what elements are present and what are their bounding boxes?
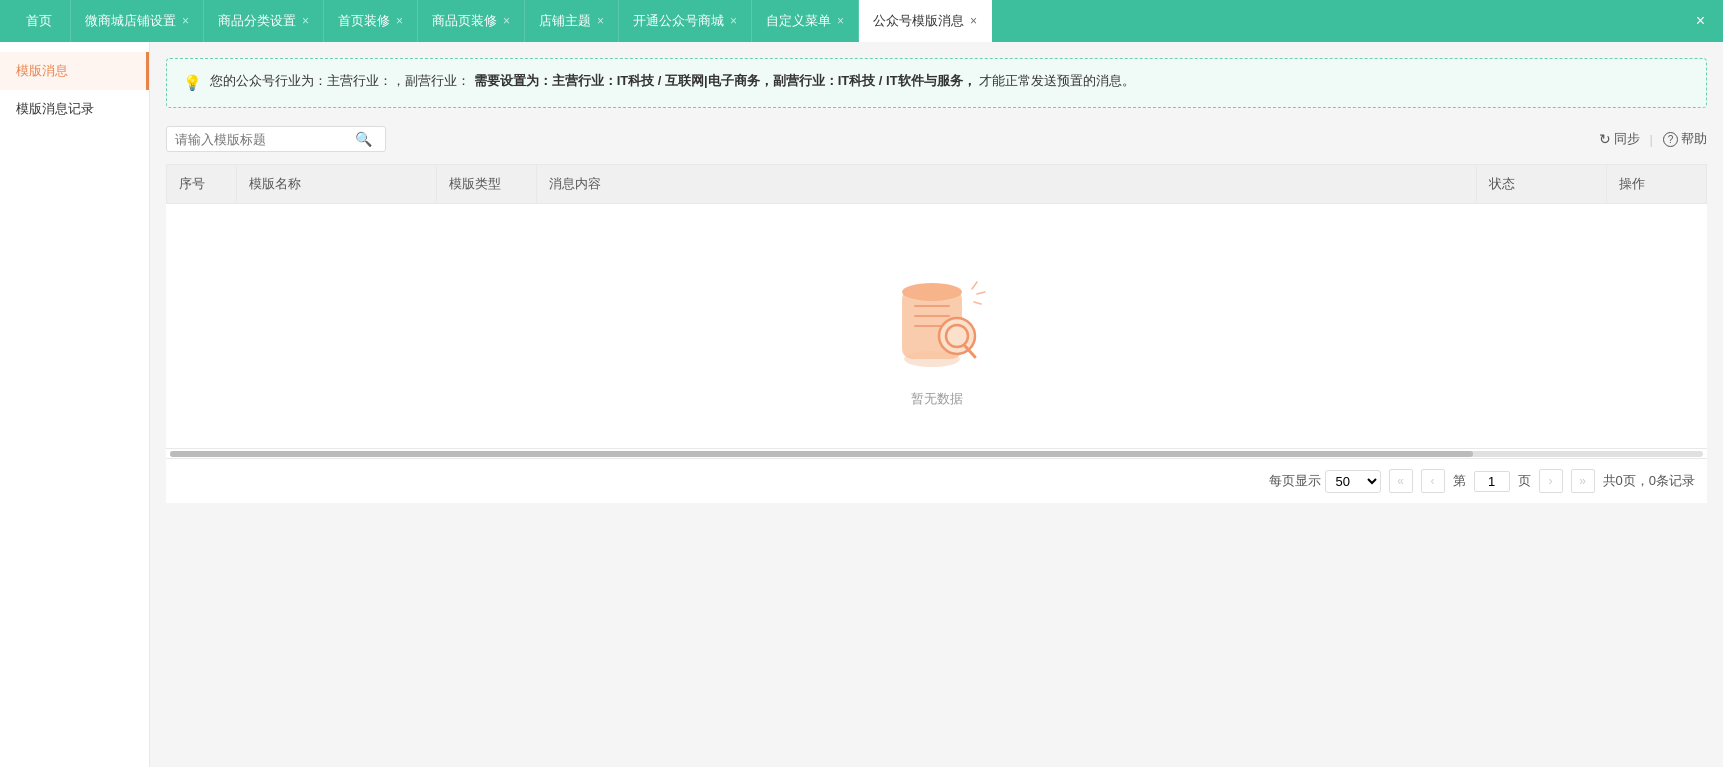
- nav-tab-home-decor-close[interactable]: ×: [396, 14, 403, 28]
- nav-tab-category-label: 商品分类设置: [218, 12, 296, 30]
- col-name: 模版名称: [237, 165, 437, 204]
- nav-tab-home[interactable]: 首页: [8, 0, 71, 42]
- svg-line-10: [977, 292, 985, 294]
- total-info: 共0页，0条记录: [1603, 472, 1695, 490]
- nav-tab-open-mall-label: 开通公众号商城: [633, 12, 724, 30]
- svg-line-9: [972, 282, 977, 289]
- col-action: 操作: [1607, 165, 1707, 204]
- pagination: 每页显示 10 20 50 100 « ‹ 第 页 › » 共0页，0条记录: [166, 458, 1707, 503]
- empty-state: 暂无数据: [166, 204, 1707, 448]
- nav-tab-template-msg-label: 公众号模版消息: [873, 12, 964, 30]
- nav-tab-category[interactable]: 商品分类设置 ×: [204, 0, 324, 42]
- nav-tab-product-decor[interactable]: 商品页装修 ×: [418, 0, 525, 42]
- action-buttons: ↻ 同步 | ? 帮助: [1599, 130, 1707, 148]
- nav-tab-open-mall[interactable]: 开通公众号商城 ×: [619, 0, 752, 42]
- sidebar: 模版消息 模版消息记录: [0, 42, 150, 767]
- action-divider: |: [1650, 132, 1653, 147]
- page-label: 页: [1518, 472, 1531, 490]
- nav-tab-custom-menu-label: 自定义菜单: [766, 12, 831, 30]
- col-content: 消息内容: [537, 165, 1477, 204]
- nav-tab-theme-close[interactable]: ×: [597, 14, 604, 28]
- per-page-label: 每页显示: [1269, 472, 1321, 490]
- nav-tab-template-msg[interactable]: 公众号模版消息 ×: [859, 0, 992, 42]
- sync-label: 同步: [1614, 130, 1640, 148]
- sidebar-item-template-msg-label: 模版消息: [16, 63, 68, 78]
- search-input-wrap: 🔍: [166, 126, 386, 152]
- nav-tab-product-decor-close[interactable]: ×: [503, 14, 510, 28]
- prev-page-button[interactable]: ‹: [1421, 469, 1445, 493]
- col-type: 模版类型: [437, 165, 537, 204]
- svg-point-2: [902, 283, 962, 301]
- nav-tab-home-decor[interactable]: 首页装修 ×: [324, 0, 418, 42]
- help-label: 帮助: [1681, 130, 1707, 148]
- sync-icon: ↻: [1599, 131, 1611, 147]
- nav-tab-theme[interactable]: 店铺主题 ×: [525, 0, 619, 42]
- nav-tab-template-msg-close[interactable]: ×: [970, 14, 977, 28]
- sync-button[interactable]: ↻ 同步: [1599, 130, 1640, 148]
- search-icon[interactable]: 🔍: [355, 131, 372, 147]
- nav-tab-product-decor-label: 商品页装修: [432, 12, 497, 30]
- per-page: 每页显示 10 20 50 100: [1269, 470, 1381, 493]
- sidebar-item-template-msg-log[interactable]: 模版消息记录: [0, 90, 149, 128]
- data-table: 序号 模版名称 模版类型 消息内容 状态 操作: [166, 164, 1707, 204]
- next-page-button[interactable]: ›: [1539, 469, 1563, 493]
- top-nav-bar: 首页 微商城店铺设置 × 商品分类设置 × 首页装修 × 商品页装修 × 店铺主…: [0, 0, 1723, 42]
- close-all-tabs-button[interactable]: ×: [1686, 12, 1715, 30]
- notice-suffix: 才能正常发送预置的消息。: [979, 73, 1135, 88]
- nav-tab-custom-menu[interactable]: 自定义菜单 ×: [752, 0, 859, 42]
- content-area: 💡 您的公众号行业为：主营行业：，副营行业： 需要设置为：主营行业：IT科技 /…: [150, 42, 1723, 767]
- page-size-select[interactable]: 10 20 50 100: [1325, 470, 1381, 493]
- nav-tab-home-decor-label: 首页装修: [338, 12, 390, 30]
- nav-tab-store-settings-close[interactable]: ×: [182, 14, 189, 28]
- nav-tab-store-settings-label: 微商城店铺设置: [85, 12, 176, 30]
- empty-icon: [877, 264, 997, 374]
- notice-highlight: 需要设置为：主营行业：IT科技 / 互联网|电子商务，副营行业：IT科技 / I…: [474, 73, 976, 88]
- search-input[interactable]: [175, 132, 355, 147]
- empty-text: 暂无数据: [911, 390, 963, 408]
- col-status: 状态: [1477, 165, 1607, 204]
- notice-box: 💡 您的公众号行业为：主营行业：，副营行业： 需要设置为：主营行业：IT科技 /…: [166, 58, 1707, 108]
- scroll-track: [170, 451, 1703, 457]
- page-di-label: 第: [1453, 472, 1466, 490]
- table-scrollbar[interactable]: [166, 448, 1707, 458]
- page-input[interactable]: [1474, 471, 1510, 492]
- nav-tab-open-mall-close[interactable]: ×: [730, 14, 737, 28]
- help-button[interactable]: ? 帮助: [1663, 130, 1707, 148]
- sidebar-item-template-msg[interactable]: 模版消息: [0, 52, 149, 90]
- bulb-icon: 💡: [183, 71, 202, 95]
- table-header-row: 序号 模版名称 模版类型 消息内容 状态 操作: [167, 165, 1707, 204]
- nav-tab-custom-menu-close[interactable]: ×: [837, 14, 844, 28]
- nav-tab-store-settings[interactable]: 微商城店铺设置 ×: [71, 0, 204, 42]
- notice-text: 您的公众号行业为：主营行业：，副营行业： 需要设置为：主营行业：IT科技 / 互…: [210, 71, 1135, 92]
- help-icon: ?: [1663, 132, 1678, 147]
- search-bar: 🔍 ↻ 同步 | ? 帮助: [166, 126, 1707, 152]
- notice-prefix: 您的公众号行业为：主营行业：，副营行业：: [210, 73, 470, 88]
- svg-point-6: [939, 318, 975, 354]
- col-seq: 序号: [167, 165, 237, 204]
- scroll-thumb[interactable]: [170, 451, 1473, 457]
- nav-tab-category-close[interactable]: ×: [302, 14, 309, 28]
- nav-tab-theme-label: 店铺主题: [539, 12, 591, 30]
- svg-line-11: [974, 302, 981, 304]
- main-layout: 模版消息 模版消息记录 💡 您的公众号行业为：主营行业：，副营行业： 需要设置为…: [0, 42, 1723, 767]
- nav-tab-home-label: 首页: [26, 12, 52, 30]
- last-page-button[interactable]: »: [1571, 469, 1595, 493]
- sidebar-item-template-msg-log-label: 模版消息记录: [16, 101, 94, 116]
- first-page-button[interactable]: «: [1389, 469, 1413, 493]
